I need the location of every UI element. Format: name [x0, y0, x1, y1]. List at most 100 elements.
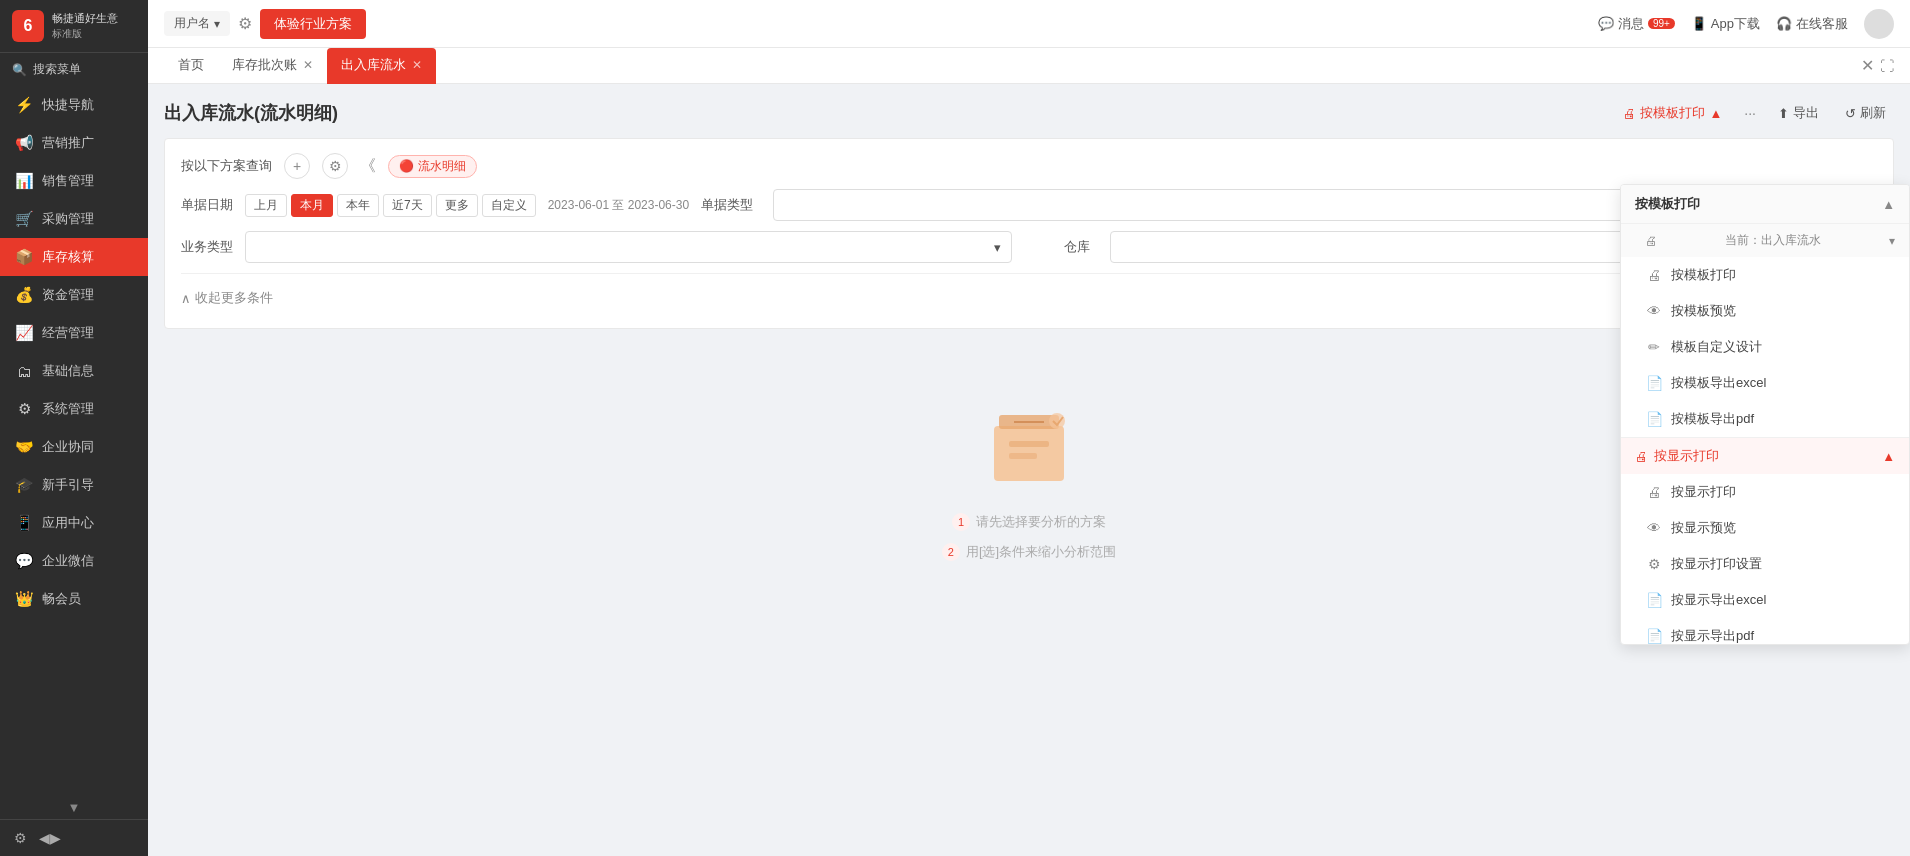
- export-icon: ⬆: [1778, 106, 1789, 121]
- export-btn[interactable]: ⬆ 导出: [1770, 100, 1827, 126]
- topbar-gear-icon[interactable]: ⚙: [238, 14, 252, 33]
- sidebar-item-finance[interactable]: 💰 资金管理: [0, 276, 148, 314]
- sidebar-collapse-btn[interactable]: ◀▶: [39, 830, 61, 846]
- template-print-btn[interactable]: 🖨 按模板打印 ▲: [1615, 100, 1730, 126]
- sidebar-item-sales[interactable]: 📊 销售管理: [0, 162, 148, 200]
- user-avatar[interactable]: [1864, 9, 1894, 39]
- doc-type-label: 单据类型: [701, 196, 753, 214]
- dropdown-scroll: 🖨 当前：出入库流水 ▾ 🖨 按模板打印 👁 按模板预览 ✏ 模板自定: [1621, 224, 1909, 644]
- sidebar-item-purchase[interactable]: 🛒 采购管理: [0, 200, 148, 238]
- sidebar-item-wechat[interactable]: 💬 企业微信: [0, 542, 148, 580]
- tabbar-expand-btn[interactable]: ⛶: [1880, 58, 1894, 74]
- search-row-1: 按以下方案查询 + ⚙ 《 🔴 流水明细: [181, 153, 1877, 179]
- refresh-label: 刷新: [1860, 104, 1886, 122]
- sidebar-item-basic[interactable]: 🗂 基础信息: [0, 352, 148, 390]
- tab-batch-close[interactable]: ✕: [303, 58, 313, 72]
- corp-icon: 🤝: [14, 438, 34, 456]
- printer2-icon: 🖨: [1645, 267, 1663, 283]
- system-label: 系统管理: [42, 400, 94, 418]
- tab-flow-close[interactable]: ✕: [412, 58, 422, 72]
- add-condition-btn[interactable]: +: [284, 153, 310, 179]
- date-this-month-btn[interactable]: 本月: [291, 194, 333, 217]
- warehouse-label: 仓库: [1064, 238, 1090, 256]
- dropdown-header-right: ▲: [1882, 197, 1895, 212]
- app-download-btn[interactable]: 📱 App下载: [1691, 15, 1760, 33]
- filter-tag-water-detail[interactable]: 🔴 流水明细: [388, 155, 477, 178]
- sidebar-item-inventory[interactable]: 📦 库存核算: [0, 238, 148, 276]
- template-pdf-label: 按模板导出pdf: [1671, 410, 1754, 428]
- dropdown-item-display-pdf[interactable]: 📄 按显示导出pdf: [1621, 618, 1909, 644]
- date-7days-btn[interactable]: 近7天: [383, 194, 432, 217]
- date-label: 单据日期: [181, 196, 233, 214]
- dropdown-item-template-excel[interactable]: 📄 按模板导出excel: [1621, 365, 1909, 401]
- sidebar-item-vip[interactable]: 👑 畅会员: [0, 580, 148, 618]
- search-icon: 🔍: [12, 63, 27, 77]
- dropdown-item-display-print[interactable]: 🖨 按显示打印: [1621, 474, 1909, 510]
- dropdown-item-display-preview[interactable]: 👁 按显示预览: [1621, 510, 1909, 546]
- dropdown-item-display-excel[interactable]: 📄 按显示导出excel: [1621, 582, 1909, 618]
- display-chevron-up: ▲: [1882, 449, 1895, 464]
- tabbar: 首页 库存批次账 ✕ 出入库流水 ✕ ✕ ⛶: [148, 48, 1910, 84]
- finance-icon: 💰: [14, 286, 34, 304]
- collapse-conditions-btn[interactable]: 《: [360, 156, 376, 177]
- tab-batch-label: 库存批次账: [232, 56, 297, 74]
- collapse-more-btn[interactable]: ∧ 收起更多条件: [181, 289, 273, 307]
- sidebar-settings-btn[interactable]: ⚙: [14, 830, 27, 846]
- dropdown-item-display-settings[interactable]: ⚙ 按显示打印设置: [1621, 546, 1909, 582]
- date-more-btn[interactable]: 更多: [436, 194, 478, 217]
- printer4-icon: 🖨: [1645, 484, 1663, 500]
- sidebar-item-corp[interactable]: 🤝 企业协同: [0, 428, 148, 466]
- sidebar-item-guide[interactable]: 🎓 新手引导: [0, 466, 148, 504]
- condition-settings-btn[interactable]: ⚙: [322, 153, 348, 179]
- purchase-label: 采购管理: [42, 210, 94, 228]
- empty-step1-label: 请先选择要分析的方案: [976, 513, 1106, 531]
- current-label: 当前：出入库流水: [1725, 232, 1821, 249]
- printer-icon: 🖨: [1623, 106, 1636, 121]
- online-service-btn[interactable]: 🎧 在线客服: [1776, 15, 1848, 33]
- refresh-btn[interactable]: ↺ 刷新: [1837, 100, 1894, 126]
- inventory-icon: 📦: [14, 248, 34, 266]
- topbar-user[interactable]: 用户名 ▾: [164, 11, 230, 36]
- tab-flow[interactable]: 出入库流水 ✕: [327, 48, 436, 84]
- tab-batch[interactable]: 库存批次账 ✕: [218, 48, 327, 84]
- more-btn[interactable]: ···: [1740, 105, 1760, 121]
- dropdown-item-template-pdf[interactable]: 📄 按模板导出pdf: [1621, 401, 1909, 437]
- template-print-item-label: 按模板打印: [1671, 266, 1736, 284]
- chevron-up-icon-dropdown[interactable]: ▲: [1882, 197, 1895, 212]
- system-icon: ⚙: [14, 400, 34, 418]
- svg-rect-4: [1009, 453, 1037, 459]
- dropdown-item-template-print[interactable]: 🖨 按模板打印: [1621, 257, 1909, 293]
- sidebar-item-operations[interactable]: 📈 经营管理: [0, 314, 148, 352]
- display-print-header[interactable]: 🖨 按显示打印 ▲: [1621, 438, 1909, 474]
- search-by-label: 按以下方案查询: [181, 157, 272, 175]
- date-this-year-btn[interactable]: 本年: [337, 194, 379, 217]
- sidebar-item-marketing[interactable]: 📢 营销推广: [0, 124, 148, 162]
- message-label: 消息: [1618, 15, 1644, 33]
- date-last-month-btn[interactable]: 上月: [245, 194, 287, 217]
- svg-rect-3: [1009, 441, 1049, 447]
- operations-icon: 📈: [14, 324, 34, 342]
- sidebar-scroll-down[interactable]: ▼: [0, 796, 148, 819]
- wechat-label: 企业微信: [42, 552, 94, 570]
- sidebar-item-app-center[interactable]: 📱 应用中心: [0, 504, 148, 542]
- sidebar-item-system[interactable]: ⚙ 系统管理: [0, 390, 148, 428]
- trial-btn[interactable]: 体验行业方案: [260, 9, 366, 39]
- tab-home[interactable]: 首页: [164, 48, 218, 84]
- date-custom-btn[interactable]: 自定义: [482, 194, 536, 217]
- pdf2-icon: 📄: [1645, 628, 1663, 644]
- online-service-label: 在线客服: [1796, 15, 1848, 33]
- template-excel-label: 按模板导出excel: [1671, 374, 1766, 392]
- sidebar-bottom: ⚙ ◀▶: [0, 819, 148, 856]
- dropdown-item-template-custom[interactable]: ✏ 模板自定义设计: [1621, 329, 1909, 365]
- tabbar-close-all-btn[interactable]: ✕: [1861, 56, 1874, 75]
- chevron-up-icon: ▲: [1709, 106, 1722, 121]
- app-download-label: App下载: [1711, 15, 1760, 33]
- collapse-label: 收起更多条件: [195, 289, 273, 307]
- quick-nav-icon: ⚡: [14, 96, 34, 114]
- user-name-label: 用户名: [174, 15, 210, 32]
- sidebar-item-search[interactable]: 🔍 搜索菜单: [0, 53, 148, 86]
- dropdown-item-template-preview[interactable]: 👁 按模板预览: [1621, 293, 1909, 329]
- biz-type-select[interactable]: ▾: [245, 231, 1012, 263]
- message-btn[interactable]: 💬 消息 99+: [1598, 15, 1675, 33]
- sidebar-item-quick-nav[interactable]: ⚡ 快捷导航: [0, 86, 148, 124]
